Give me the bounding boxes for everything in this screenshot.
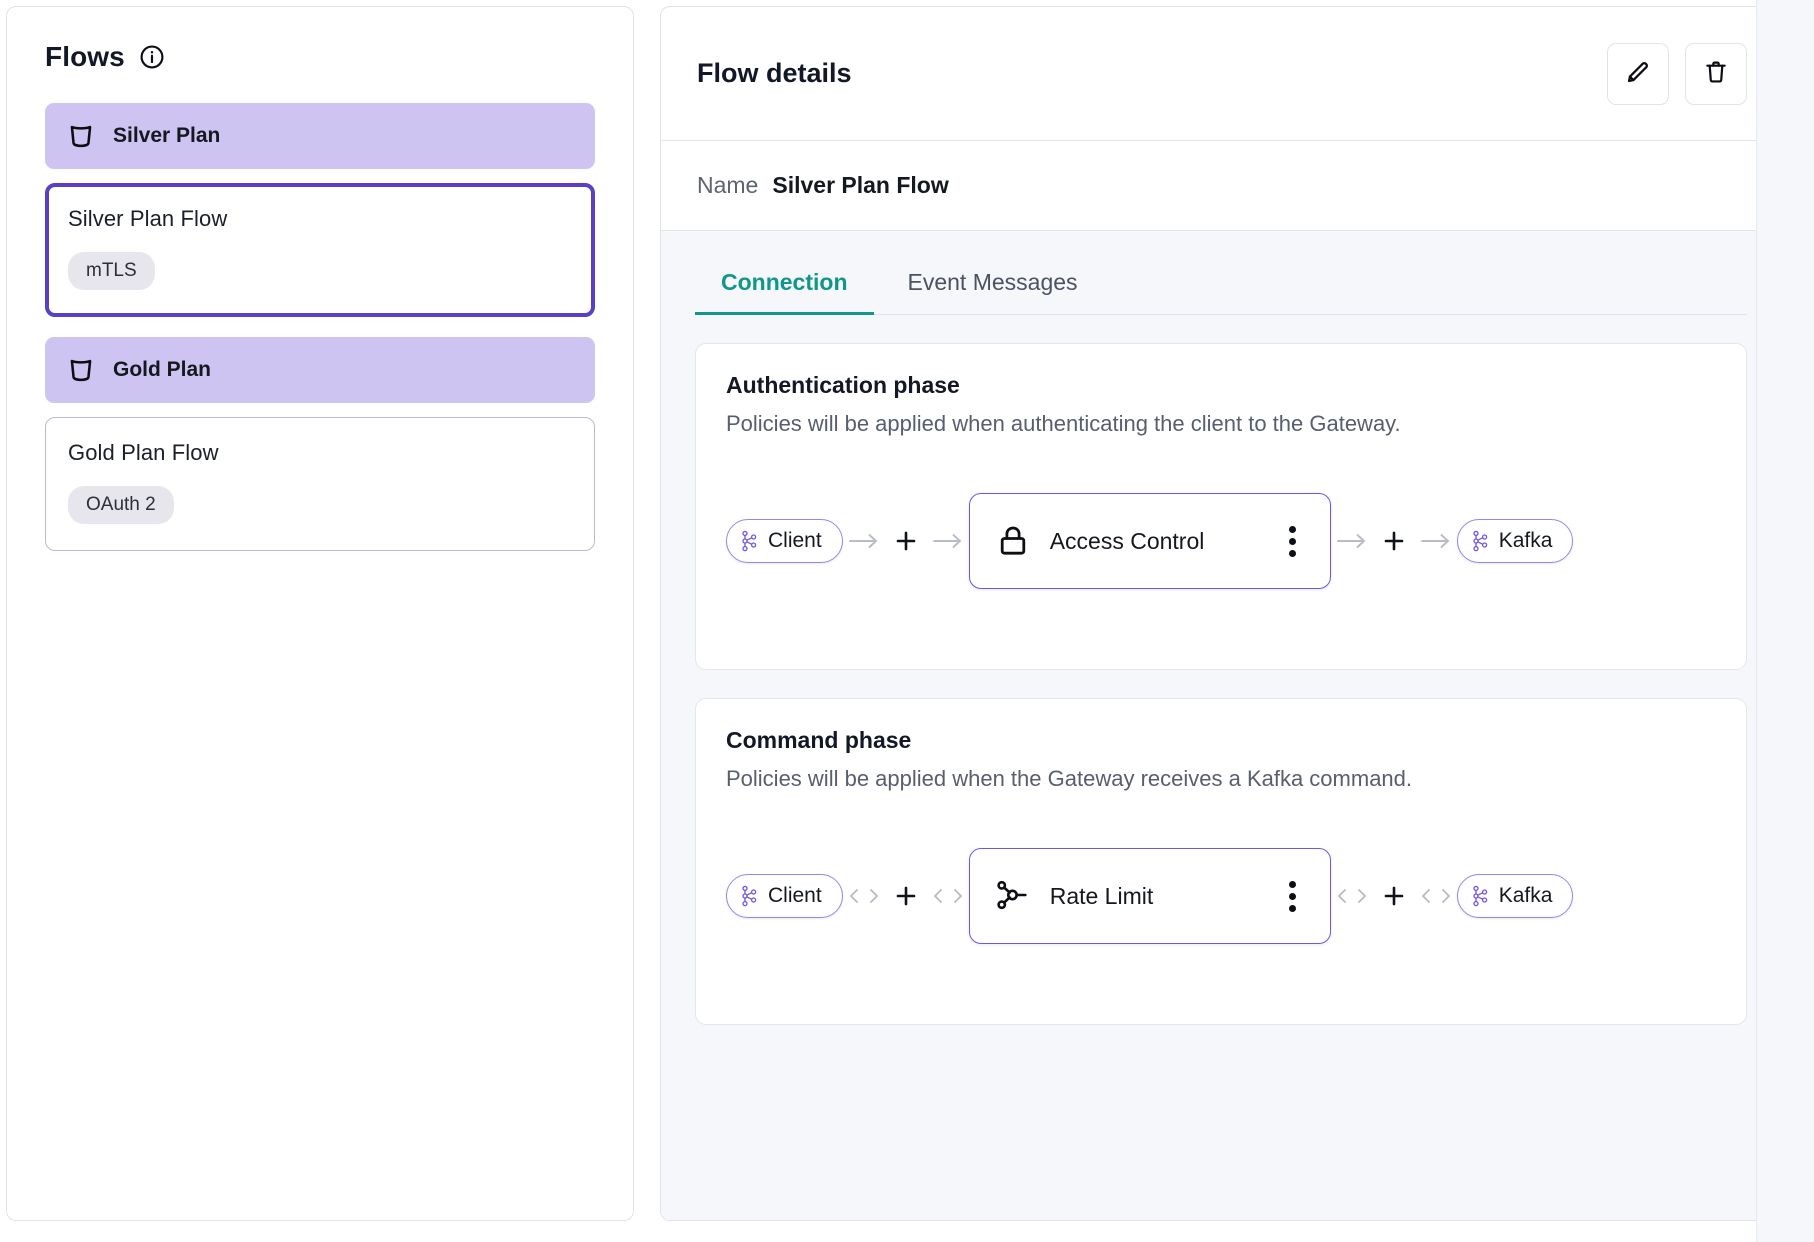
policy-name: Access Control [1049, 527, 1205, 554]
add-policy-button-auth-right[interactable] [1373, 520, 1415, 562]
connector-right-command [1331, 875, 1457, 917]
flow-name-label: Name [697, 172, 759, 198]
policy-card-rate-limit[interactable]: Rate Limit [968, 848, 1331, 944]
arrow-both-icon [1415, 886, 1457, 906]
pipeline-node-client[interactable]: Client [726, 519, 843, 563]
arrow-both-icon [927, 886, 969, 906]
phase-description: Policies will be applied when the Gatewa… [726, 766, 1413, 791]
policy-card-access-control[interactable]: Access Control [968, 493, 1331, 589]
flows-panel: Flows Silver Plan Silver Plan Flow mTLS [6, 6, 634, 1221]
more-vertical-icon [1289, 904, 1297, 912]
flow-card-gold-plan-flow[interactable]: Gold Plan Flow OAuth 2 [45, 417, 595, 551]
flow-name-value: Silver Plan Flow [772, 172, 949, 198]
arrow-right-icon [1415, 531, 1457, 551]
flow-tag: mTLS [68, 252, 155, 290]
kafka-node-icon [741, 885, 758, 907]
pipeline-node-label: Kafka [1498, 884, 1553, 907]
policy-menu-button-access-control[interactable] [1276, 519, 1310, 563]
plan-label: Gold Plan [113, 358, 212, 381]
tab-event-messages[interactable]: Event Messages [882, 253, 1104, 314]
arrow-both-icon [843, 886, 885, 906]
right-gutter [1756, 0, 1814, 1242]
phase-description: Policies will be applied when authentica… [726, 411, 1401, 436]
pipeline-node-kafka[interactable]: Kafka [1456, 874, 1574, 918]
flow-card-title: Silver Plan Flow [68, 206, 228, 231]
connector-left-command [843, 875, 969, 917]
pipeline-node-kafka[interactable]: Kafka [1456, 519, 1574, 563]
more-vertical-icon [1289, 880, 1297, 888]
info-circle-icon[interactable] [139, 44, 165, 70]
page-title: Flows [45, 41, 125, 72]
flow-details-panel: Flow details Name Silver Plan Flow Conne… [660, 6, 1782, 1221]
arrow-right-icon [1331, 531, 1373, 551]
more-vertical-icon [1289, 892, 1297, 900]
flow-details-title: Flow details [697, 58, 852, 88]
pipeline-node-label: Kafka [1498, 529, 1553, 552]
pipeline-command: Client Rate Limit Kafka [726, 848, 1716, 998]
flow-details-actions [1607, 42, 1747, 105]
flow-details-header: Flow details [661, 7, 1781, 141]
flow-card-silver-plan-flow[interactable]: Silver Plan Flow mTLS [45, 183, 595, 317]
policy-name: Rate Limit [1049, 882, 1154, 909]
tab-connection[interactable]: Connection [695, 253, 874, 315]
connector-left-auth [843, 520, 969, 562]
flows-screen: Flows Silver Plan Silver Plan Flow mTLS [0, 0, 1814, 1242]
flows-header: Flows [45, 41, 595, 73]
delete-flow-button[interactable] [1685, 42, 1747, 105]
phase-title: Command phase [726, 727, 912, 753]
pipeline-authentication: Client Access Control Kafka [726, 493, 1716, 643]
flow-branch-icon [996, 878, 1030, 914]
flow-tag: OAuth 2 [68, 486, 174, 524]
connector-right-auth [1331, 520, 1457, 562]
flow-details-body: Connection Event Messages Authentication… [661, 231, 1781, 1220]
add-policy-button-auth-left[interactable] [885, 520, 927, 562]
arrow-both-icon [1331, 886, 1373, 906]
phase-card-command: Command phase Policies will be applied w… [695, 698, 1747, 1025]
flow-card-title: Gold Plan Flow [68, 440, 219, 465]
edit-flow-button[interactable] [1607, 42, 1669, 105]
arrow-right-icon [843, 531, 885, 551]
plan-label: Silver Plan [113, 124, 221, 147]
pencil-icon [1624, 58, 1652, 89]
add-policy-button-command-left[interactable] [885, 875, 927, 917]
pipeline-node-label: Client [768, 884, 822, 907]
lock-icon [996, 523, 1030, 559]
plan-header-silver[interactable]: Silver Plan [45, 103, 595, 169]
trash-icon [1702, 58, 1730, 89]
kafka-node-icon [1472, 885, 1489, 907]
flow-details-tabs: Connection Event Messages [695, 231, 1747, 315]
phase-title: Authentication phase [726, 372, 960, 398]
kafka-node-icon [741, 530, 758, 552]
kafka-node-icon [1472, 530, 1489, 552]
plan-header-gold[interactable]: Gold Plan [45, 337, 595, 403]
more-vertical-icon [1289, 525, 1297, 533]
add-policy-button-command-right[interactable] [1373, 875, 1415, 917]
policy-menu-button-rate-limit[interactable] [1276, 874, 1310, 918]
shield-plan-icon [65, 354, 97, 386]
pipeline-node-label: Client [768, 529, 822, 552]
pipeline-node-client[interactable]: Client [726, 874, 843, 918]
phase-card-authentication: Authentication phase Policies will be ap… [695, 343, 1747, 670]
more-vertical-icon [1289, 549, 1297, 557]
more-vertical-icon [1289, 537, 1297, 545]
arrow-right-icon [927, 531, 969, 551]
flow-name-row: Name Silver Plan Flow [661, 141, 1781, 231]
shield-plan-icon [65, 120, 97, 152]
